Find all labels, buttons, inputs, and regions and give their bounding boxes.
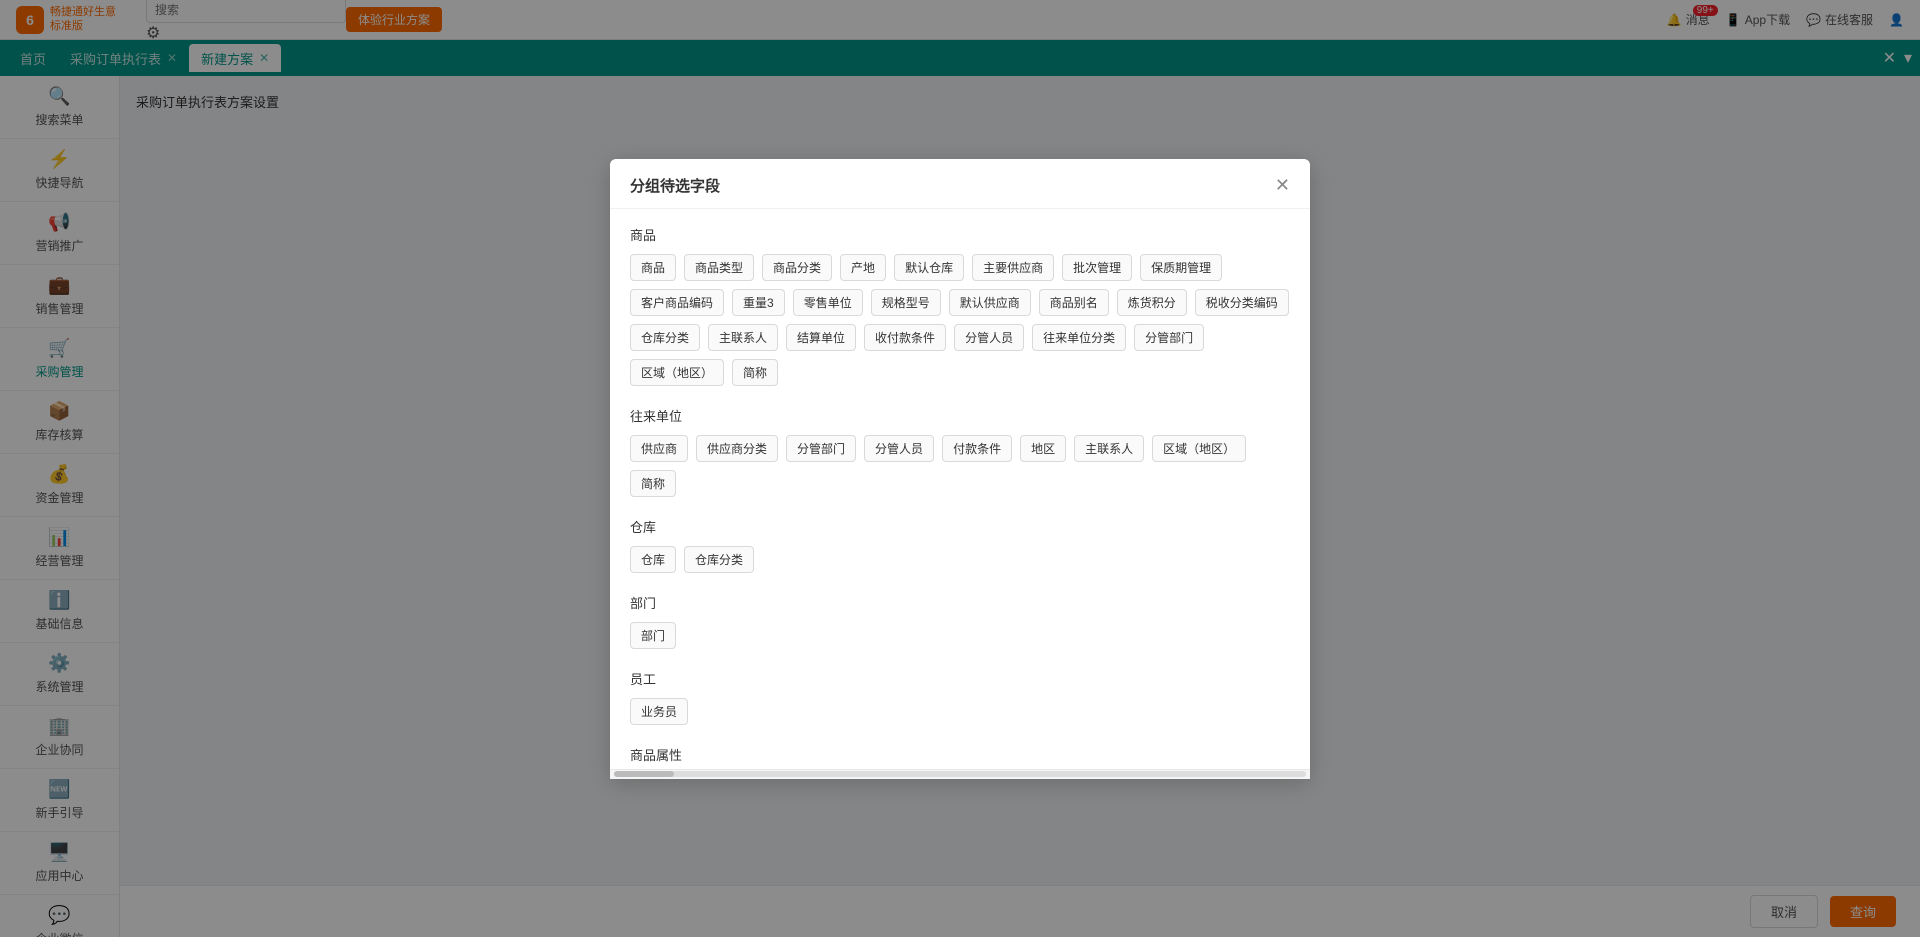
tag-default-supplier[interactable]: 默认供应商	[949, 289, 1031, 316]
tag-refine-points[interactable]: 炼货积分	[1117, 289, 1187, 316]
section-product-attr-title: 商品属性	[630, 745, 1290, 764]
tag-settlement-unit[interactable]: 结算单位	[786, 324, 856, 351]
section-employee-tags: 业务员	[630, 698, 1290, 725]
tag-partner-category[interactable]: 往来单位分类	[1032, 324, 1126, 351]
section-warehouse-title: 仓库	[630, 517, 1290, 536]
section-department-tags: 部门	[630, 622, 1290, 649]
tag-main-contact[interactable]: 主联系人	[708, 324, 778, 351]
tag-warehouse-cat[interactable]: 仓库分类	[684, 546, 754, 573]
field-select-dialog: 分组待选字段 ✕ 商品 商品 商品类型 商品分类 产地 默认仓库 主要供应商 批…	[610, 159, 1310, 779]
section-warehouse: 仓库 仓库 仓库分类	[630, 517, 1290, 573]
tag-default-warehouse[interactable]: 默认仓库	[894, 254, 964, 281]
dialog-title: 分组待选字段	[630, 175, 720, 196]
tag-tax-code[interactable]: 税收分类编码	[1195, 289, 1289, 316]
section-partner-title: 往来单位	[630, 406, 1290, 425]
hscroll-thumb[interactable]	[614, 771, 674, 777]
dialog-header: 分组待选字段 ✕	[610, 159, 1310, 209]
tag-quality-mgmt[interactable]: 保质期管理	[1140, 254, 1222, 281]
tag-product-category[interactable]: 商品分类	[762, 254, 832, 281]
tag-product-alias[interactable]: 商品别名	[1039, 289, 1109, 316]
tag-weight3[interactable]: 重量3	[732, 289, 785, 316]
tag-region-product[interactable]: 区域（地区）	[630, 359, 724, 386]
section-warehouse-tags: 仓库 仓库分类	[630, 546, 1290, 573]
tag-region-partner[interactable]: 区域（地区）	[1152, 435, 1246, 462]
section-partner: 往来单位 供应商 供应商分类 分管部门 分管人员 付款条件 地区 主联系人 区域…	[630, 406, 1290, 497]
tag-partner-contact[interactable]: 主联系人	[1074, 435, 1144, 462]
tag-origin[interactable]: 产地	[840, 254, 886, 281]
tag-supplier-category[interactable]: 供应商分类	[696, 435, 778, 462]
modal-overlay: 分组待选字段 ✕ 商品 商品 商品类型 商品分类 产地 默认仓库 主要供应商 批…	[0, 0, 1920, 937]
tag-supplier[interactable]: 供应商	[630, 435, 688, 462]
tag-customer-code[interactable]: 客户商品编码	[630, 289, 724, 316]
section-department-title: 部门	[630, 593, 1290, 612]
tag-payment-condition[interactable]: 付款条件	[942, 435, 1012, 462]
section-department: 部门 部门	[630, 593, 1290, 649]
tag-dept[interactable]: 分管部门	[1134, 324, 1204, 351]
tag-supervisor[interactable]: 分管人员	[954, 324, 1024, 351]
tag-salesperson[interactable]: 业务员	[630, 698, 688, 725]
tag-warehouse-category[interactable]: 仓库分类	[630, 324, 700, 351]
tag-retail-unit[interactable]: 零售单位	[793, 289, 863, 316]
tag-partner-supervisor[interactable]: 分管人员	[864, 435, 934, 462]
tag-partner-dept[interactable]: 分管部门	[786, 435, 856, 462]
tag-spec-model[interactable]: 规格型号	[871, 289, 941, 316]
section-product-attr: 商品属性 属性 颜色 多规格 尺码 鞋码 1	[630, 745, 1290, 769]
dialog-hscroll[interactable]	[610, 769, 1310, 779]
tag-department[interactable]: 部门	[630, 622, 676, 649]
tag-product-type[interactable]: 商品类型	[684, 254, 754, 281]
tag-batch-mgmt[interactable]: 批次管理	[1062, 254, 1132, 281]
section-product-title: 商品	[630, 225, 1290, 244]
dialog-body[interactable]: 商品 商品 商品类型 商品分类 产地 默认仓库 主要供应商 批次管理 保质期管理…	[610, 209, 1310, 769]
tag-payment-terms[interactable]: 收付款条件	[864, 324, 946, 351]
section-partner-tags: 供应商 供应商分类 分管部门 分管人员 付款条件 地区 主联系人 区域（地区） …	[630, 435, 1290, 497]
tag-main-supplier[interactable]: 主要供应商	[972, 254, 1054, 281]
section-employee-title: 员工	[630, 669, 1290, 688]
tag-product[interactable]: 商品	[630, 254, 676, 281]
tag-abbr-product[interactable]: 简称	[732, 359, 778, 386]
tag-abbr-partner[interactable]: 简称	[630, 470, 676, 497]
section-employee: 员工 业务员	[630, 669, 1290, 725]
hscroll-track	[614, 771, 1306, 777]
section-product: 商品 商品 商品类型 商品分类 产地 默认仓库 主要供应商 批次管理 保质期管理…	[630, 225, 1290, 386]
tag-area[interactable]: 地区	[1020, 435, 1066, 462]
dialog-close-button[interactable]: ✕	[1275, 176, 1290, 194]
tag-warehouse[interactable]: 仓库	[630, 546, 676, 573]
section-product-tags: 商品 商品类型 商品分类 产地 默认仓库 主要供应商 批次管理 保质期管理 客户…	[630, 254, 1290, 386]
